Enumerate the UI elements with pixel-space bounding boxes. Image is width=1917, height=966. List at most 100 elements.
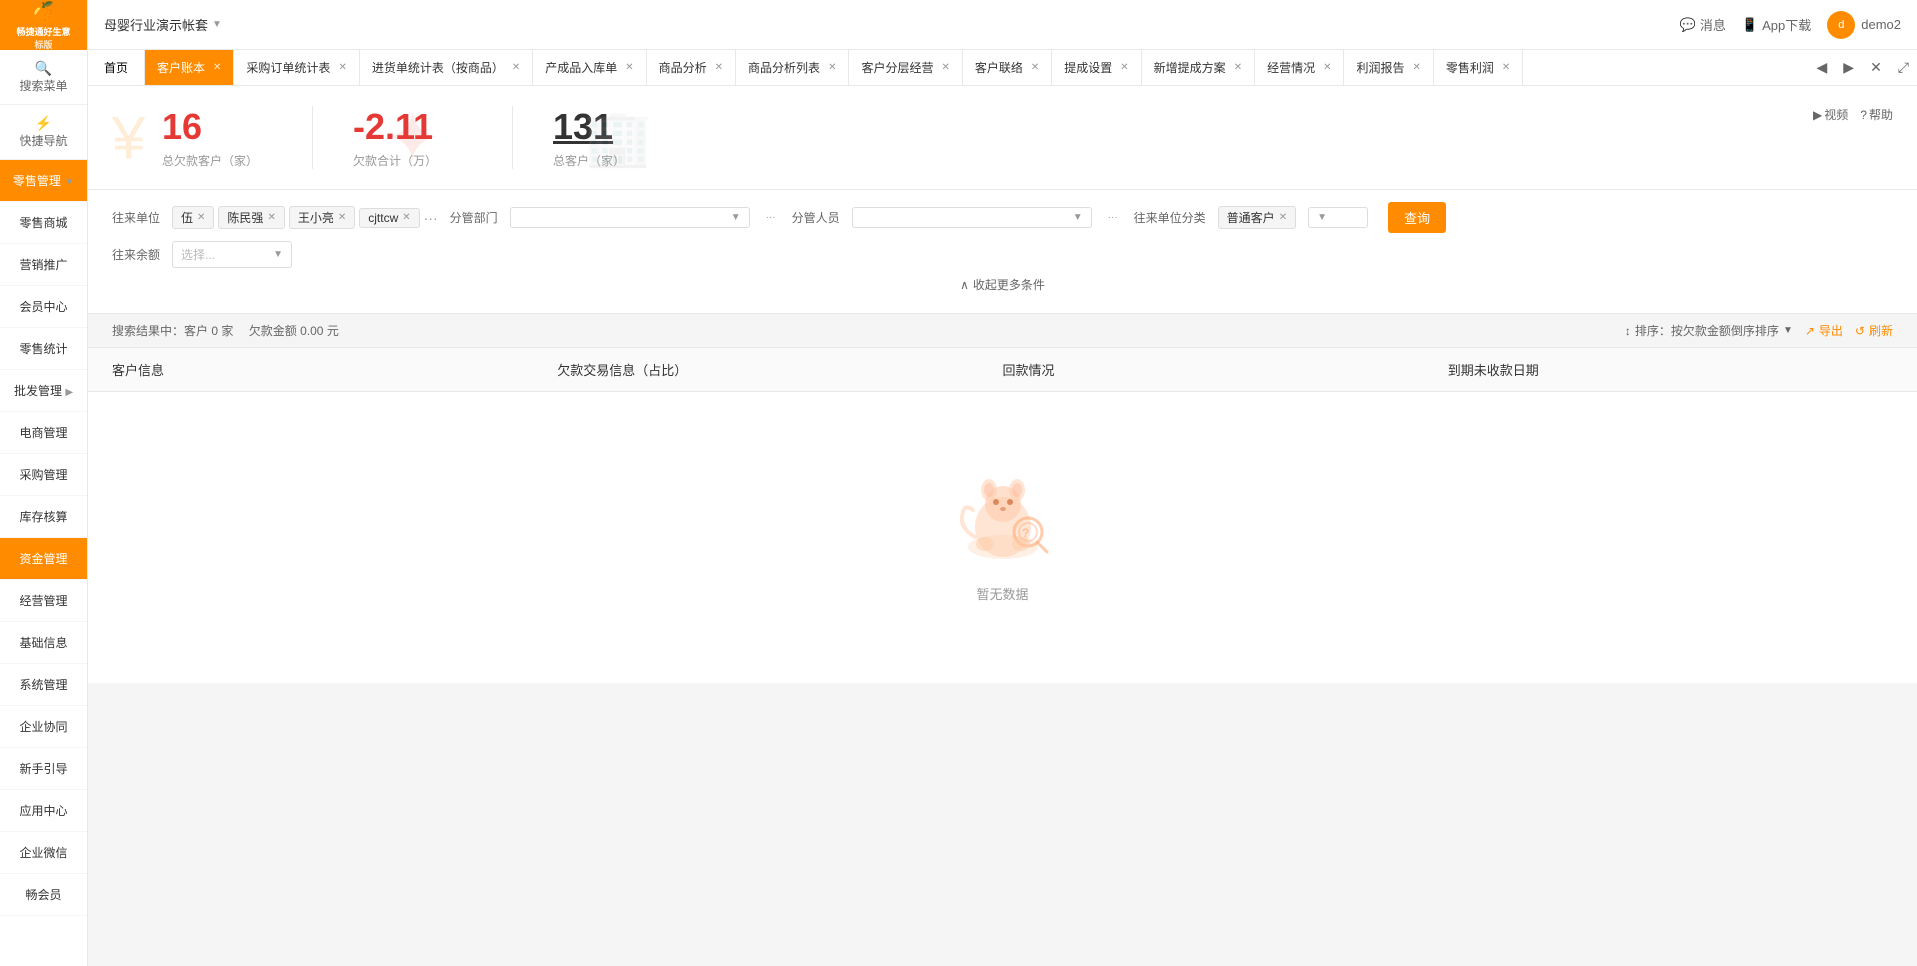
sidebar-item-marketing[interactable]: 营销推广 — [0, 244, 87, 286]
sidebar-item-label: 库存核算 — [19, 510, 67, 524]
close-icon[interactable]: ✕ — [338, 62, 346, 73]
close-icon[interactable]: ✕ — [213, 62, 221, 73]
tab-customer-contact[interactable]: 客户联络 ✕ — [963, 50, 1052, 86]
dept-more-btn[interactable]: ··· — [762, 210, 780, 225]
sidebar-item-operations[interactable]: 经营管理 — [0, 580, 87, 622]
video-help-btn[interactable]: ▶ 视频 — [1813, 106, 1848, 123]
tab-product-analysis-list[interactable]: 商品分析列表 ✕ — [736, 50, 849, 86]
tab-label: 利润报告 — [1356, 59, 1404, 76]
query-button[interactable]: 查询 — [1388, 202, 1446, 233]
remove-tag-btn[interactable]: ✕ — [338, 212, 346, 223]
export-btn[interactable]: ↗ 导出 — [1805, 322, 1843, 339]
sidebar-search[interactable]: 🔍 搜索菜单 — [0, 50, 87, 105]
tab-commission-settings[interactable]: 提成设置 ✕ — [1052, 50, 1141, 86]
more-tags-btn[interactable]: ··· — [424, 210, 438, 226]
sidebar-item-retail-stats[interactable]: 零售统计 — [0, 328, 87, 370]
close-icon[interactable]: ✕ — [1413, 62, 1421, 73]
tab-purchase-order-stats[interactable]: 采购订单统计表 ✕ — [234, 50, 359, 86]
nav-controls: ◀ ▶ ✕ ⤢ — [1809, 59, 1917, 76]
chevron-down-icon: ▼ — [273, 249, 283, 260]
tab-inbound-stats[interactable]: 进货单统计表（按商品） ✕ — [360, 50, 533, 86]
close-icon[interactable]: ✕ — [512, 62, 520, 73]
close-icon[interactable]: ✕ — [1234, 62, 1242, 73]
sidebar-item-wholesale[interactable]: 批发管理 ▶ — [0, 370, 87, 412]
close-icon[interactable]: ✕ — [1502, 62, 1510, 73]
unit-type-tags: 普通客户 ✕ — [1218, 206, 1296, 229]
close-icon[interactable]: ✕ — [625, 62, 633, 73]
tab-product-analysis[interactable]: 商品分析 ✕ — [647, 50, 736, 86]
sidebar-item-wechat[interactable]: 企业微信 — [0, 832, 87, 874]
sidebar-quick-nav[interactable]: ⚡ 快捷导航 — [0, 105, 87, 160]
messages-btn[interactable]: 💬 消息 — [1680, 15, 1726, 34]
user-menu[interactable]: d demo2 — [1827, 11, 1901, 39]
tab-home[interactable]: 首页 — [88, 50, 145, 86]
sidebar-item-system[interactable]: 系统管理 — [0, 664, 87, 706]
sidebar-item-finance[interactable]: 资金管理 — [0, 538, 87, 580]
nav-expand-icon[interactable]: ⤢ — [1890, 59, 1917, 76]
sidebar-item-purchase[interactable]: 采购管理 — [0, 454, 87, 496]
remove-tag-btn[interactable]: ✕ — [1279, 212, 1287, 223]
close-icon[interactable]: ✕ — [828, 62, 836, 73]
sidebar-item-newbie[interactable]: 新手引导 — [0, 748, 87, 790]
tab-label: 客户联络 — [975, 59, 1023, 76]
collapse-filter-btn[interactable]: ∧ 收起更多条件 — [952, 272, 1053, 297]
balance-placeholder: 选择... — [181, 246, 215, 263]
chevron-down-icon: ▼ — [1317, 212, 1327, 223]
sidebar-item-basic-info[interactable]: 基础信息 — [0, 622, 87, 664]
export-icon: ↗ — [1805, 324, 1815, 338]
tab-customer-ledger[interactable]: 客户账本 ✕ — [145, 50, 234, 86]
tab-operations[interactable]: 经营情况 ✕ — [1255, 50, 1344, 86]
stat-debt-total: ✦ -2.11 欠款合计（万） — [312, 106, 512, 169]
debt-unit: 元 — [327, 324, 339, 338]
close-icon[interactable]: ✕ — [1120, 62, 1128, 73]
remove-tag-btn[interactable]: ✕ — [267, 212, 275, 223]
tab-retail-profit[interactable]: 零售利润 ✕ — [1434, 50, 1523, 86]
remove-tag-btn[interactable]: ✕ — [197, 212, 205, 223]
close-icon[interactable]: ✕ — [715, 62, 723, 73]
account-selector[interactable]: 母婴行业演示帐套 ▼ — [104, 15, 222, 34]
person-selector[interactable]: ▼ — [852, 207, 1092, 228]
logo-icon: 🍊 — [31, 0, 56, 25]
sidebar-nav-label: 快捷导航 — [8, 132, 79, 149]
sidebar-item-retail-mall[interactable]: 零售商城 — [0, 202, 87, 244]
remove-tag-btn[interactable]: ✕ — [402, 212, 410, 223]
sidebar-item-inventory[interactable]: 库存核算 — [0, 496, 87, 538]
sidebar-item-retail-mgmt[interactable]: 零售管理 ▼ — [0, 160, 87, 202]
tab-product-inbound[interactable]: 产成品入库单 ✕ — [533, 50, 646, 86]
nav-prev-icon[interactable]: ◀ — [1809, 59, 1836, 76]
person-more-btn[interactable]: ··· — [1104, 210, 1122, 225]
filter-row-1: 往来单位 伍 ✕ 陈民强 ✕ 王小亮 ✕ cjttcw — [112, 202, 1893, 233]
help-btn[interactable]: ? 帮助 — [1860, 106, 1893, 123]
tab-new-commission[interactable]: 新增提成方案 ✕ — [1142, 50, 1255, 86]
tab-customer-tier[interactable]: 客户分层经营 ✕ — [849, 50, 962, 86]
close-icon[interactable]: ✕ — [1323, 62, 1331, 73]
refresh-btn[interactable]: ↺ 刷新 — [1855, 322, 1893, 339]
tab-profit-report[interactable]: 利润报告 ✕ — [1344, 50, 1433, 86]
sidebar-item-app-center[interactable]: 应用中心 — [0, 790, 87, 832]
unit-type-selector[interactable]: ▼ — [1308, 207, 1368, 228]
filter-tag: 陈民强 ✕ — [218, 206, 284, 229]
customer-unit: 家 — [221, 324, 233, 338]
sidebar-search-label: 搜索菜单 — [8, 77, 79, 94]
nav-next-icon[interactable]: ▶ — [1835, 59, 1862, 76]
nav-close-all-icon[interactable]: ✕ — [1862, 59, 1890, 76]
topbar: 母婴行业演示帐套 ▼ 💬 消息 📱 App下载 d demo2 — [88, 0, 1917, 50]
sort-selector[interactable]: ↕ 排序：按欠款金额倒序排序 ▼ — [1625, 322, 1793, 339]
sidebar-item-label: 批发管理 — [14, 384, 62, 398]
app-download-btn[interactable]: 📱 App下载 — [1742, 15, 1811, 34]
sidebar-item-member-center[interactable]: 会员中心 — [0, 286, 87, 328]
dept-selector[interactable]: ▼ — [510, 207, 750, 228]
sidebar-item-member[interactable]: 畅会员 — [0, 874, 87, 916]
tab-label: 进货单统计表（按商品） — [372, 59, 504, 76]
refresh-label: 刷新 — [1869, 322, 1893, 339]
sidebar-item-label: 采购管理 — [19, 468, 67, 482]
tag-text: cjttcw — [368, 211, 398, 225]
sidebar-item-ecommerce[interactable]: 电商管理 — [0, 412, 87, 454]
balance-selector[interactable]: 选择... ▼ — [172, 241, 292, 268]
unit-tags: 伍 ✕ 陈民强 ✕ 王小亮 ✕ cjttcw ✕ ··· — [172, 206, 438, 229]
debt-bg-icon: ✦ — [383, 97, 442, 179]
close-icon[interactable]: ✕ — [1031, 62, 1039, 73]
sidebar-item-enterprise-collab[interactable]: 企业协同 — [0, 706, 87, 748]
close-icon[interactable]: ✕ — [941, 62, 949, 73]
search-prefix: 搜索结果中：客户 — [112, 324, 208, 338]
